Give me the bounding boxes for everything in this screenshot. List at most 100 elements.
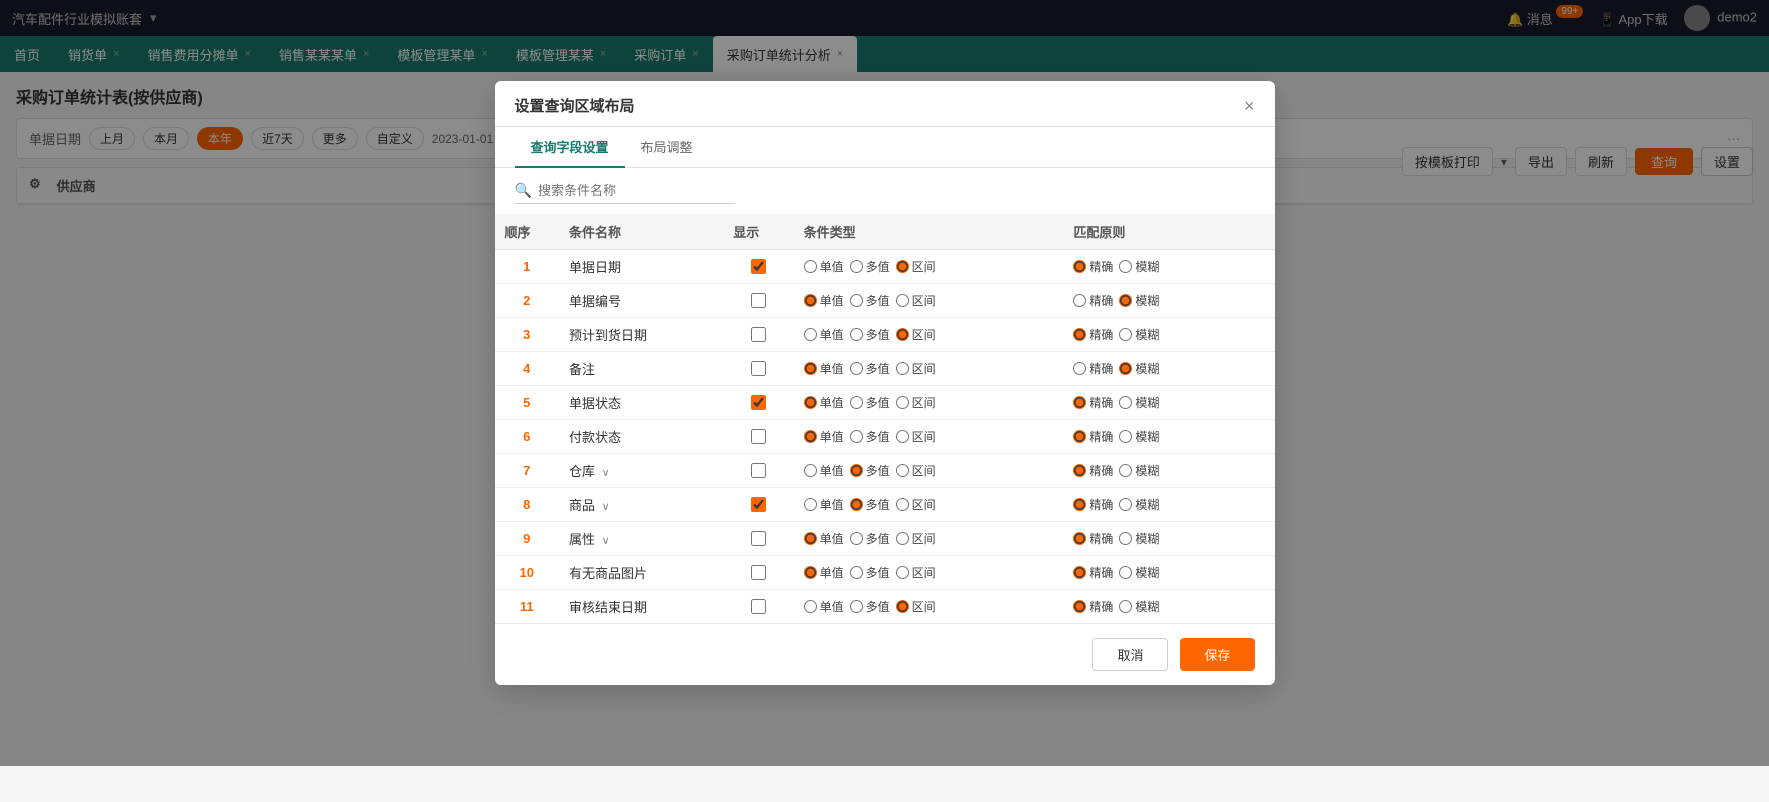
table-row: 7仓库 ∨单值多值区间精确模糊 — [495, 454, 1275, 488]
type-radio-type_range-7[interactable] — [896, 464, 909, 477]
match-radio-match_fuzzy-1[interactable] — [1119, 260, 1132, 273]
cell-type: 单值多值区间 — [794, 522, 1064, 556]
show-checkbox-4[interactable] — [751, 361, 766, 376]
show-checkbox-8[interactable] — [751, 497, 766, 512]
cell-show[interactable] — [723, 386, 793, 420]
match-radio-match_exact-6[interactable] — [1073, 430, 1086, 443]
match-radio-match_exact-5[interactable] — [1073, 396, 1086, 409]
cell-name: 有无商品图片 — [559, 556, 723, 590]
type-radio-type_single-6[interactable] — [804, 430, 817, 443]
cell-show[interactable] — [723, 420, 793, 454]
type-radio-type_range-5[interactable] — [896, 396, 909, 409]
cell-name: 单据状态 — [559, 386, 723, 420]
type-radio-type_range-8[interactable] — [896, 498, 909, 511]
search-input[interactable] — [538, 183, 728, 198]
cell-show[interactable] — [723, 284, 793, 318]
type-radio-type_range-2[interactable] — [896, 294, 909, 307]
match-radio-match_exact-8[interactable] — [1073, 498, 1086, 511]
show-checkbox-11[interactable] — [751, 599, 766, 614]
cell-order: 2 — [495, 284, 560, 318]
match-radio-match_exact-2[interactable] — [1073, 294, 1086, 307]
type-radio-type_multi-9[interactable] — [850, 532, 863, 545]
type-radio-type_multi-1[interactable] — [850, 260, 863, 273]
type-radio-type_range-4[interactable] — [896, 362, 909, 375]
modal-overlay: 设置查询区域布局 × 查询字段设置 布局调整 🔍 顺序 条件名称 — [0, 0, 1769, 766]
cell-show[interactable] — [723, 318, 793, 352]
type-radio-type_single-9[interactable] — [804, 532, 817, 545]
cancel-button[interactable]: 取消 — [1092, 638, 1168, 671]
type-radio-type_single-1[interactable] — [804, 260, 817, 273]
cell-show[interactable] — [723, 454, 793, 488]
type-radio-type_single-2[interactable] — [804, 294, 817, 307]
show-checkbox-1[interactable] — [751, 259, 766, 274]
show-checkbox-7[interactable] — [751, 463, 766, 478]
cell-show[interactable] — [723, 352, 793, 386]
match-radio-match_fuzzy-6[interactable] — [1119, 430, 1132, 443]
match-radio-match_fuzzy-3[interactable] — [1119, 328, 1132, 341]
match-radio-match_exact-11[interactable] — [1073, 600, 1086, 613]
type-radio-type_single-5[interactable] — [804, 396, 817, 409]
cell-name: 属性 ∨ — [559, 522, 723, 556]
cell-name: 单据编号 — [559, 284, 723, 318]
match-radio-match_exact-1[interactable] — [1073, 260, 1086, 273]
type-radio-type_single-4[interactable] — [804, 362, 817, 375]
type-radio-type_range-9[interactable] — [896, 532, 909, 545]
header-show: 显示 — [723, 214, 793, 250]
type-radio-type_single-7[interactable] — [804, 464, 817, 477]
match-radio-match_exact-4[interactable] — [1073, 362, 1086, 375]
type-radio-type_range-6[interactable] — [896, 430, 909, 443]
tab-query-fields[interactable]: 查询字段设置 — [515, 127, 625, 168]
match-radio-match_fuzzy-11[interactable] — [1119, 600, 1132, 613]
type-radio-type_multi-5[interactable] — [850, 396, 863, 409]
show-checkbox-2[interactable] — [751, 293, 766, 308]
match-radio-match_fuzzy-2[interactable] — [1119, 294, 1132, 307]
cell-show[interactable] — [723, 556, 793, 590]
type-radio-type_multi-7[interactable] — [850, 464, 863, 477]
type-radio-type_multi-11[interactable] — [850, 600, 863, 613]
type-radio-type_multi-8[interactable] — [850, 498, 863, 511]
type-radio-type_range-11[interactable] — [896, 600, 909, 613]
cell-show[interactable] — [723, 250, 793, 284]
match-radio-match_fuzzy-8[interactable] — [1119, 498, 1132, 511]
type-radio-type_range-10[interactable] — [896, 566, 909, 579]
show-checkbox-3[interactable] — [751, 327, 766, 342]
save-button[interactable]: 保存 — [1180, 638, 1254, 671]
match-radio-match_fuzzy-4[interactable] — [1119, 362, 1132, 375]
match-radio-match_fuzzy-5[interactable] — [1119, 396, 1132, 409]
match-radio-match_exact-3[interactable] — [1073, 328, 1086, 341]
dialog-close-button[interactable]: × — [1244, 97, 1255, 115]
cell-show[interactable] — [723, 488, 793, 522]
cell-show[interactable] — [723, 590, 793, 624]
table-row: 9属性 ∨单值多值区间精确模糊 — [495, 522, 1275, 556]
cell-show[interactable] — [723, 522, 793, 556]
type-radio-type_multi-6[interactable] — [850, 430, 863, 443]
type-radio-type_multi-3[interactable] — [850, 328, 863, 341]
dialog: 设置查询区域布局 × 查询字段设置 布局调整 🔍 顺序 条件名称 — [495, 81, 1275, 685]
match-radio-match_fuzzy-9[interactable] — [1119, 532, 1132, 545]
type-radio-type_range-1[interactable] — [896, 260, 909, 273]
tab-layout-adjust[interactable]: 布局调整 — [625, 127, 709, 168]
cell-type: 单值多值区间 — [794, 420, 1064, 454]
show-checkbox-10[interactable] — [751, 565, 766, 580]
show-checkbox-6[interactable] — [751, 429, 766, 444]
cell-order: 7 — [495, 454, 560, 488]
type-radio-type_multi-4[interactable] — [850, 362, 863, 375]
type-radio-type_multi-10[interactable] — [850, 566, 863, 579]
match-radio-match_fuzzy-7[interactable] — [1119, 464, 1132, 477]
match-radio-match_fuzzy-10[interactable] — [1119, 566, 1132, 579]
type-radio-type_single-11[interactable] — [804, 600, 817, 613]
match-radio-match_exact-10[interactable] — [1073, 566, 1086, 579]
header-type: 条件类型 — [794, 214, 1064, 250]
match-radio-match_exact-7[interactable] — [1073, 464, 1086, 477]
match-radio-match_exact-9[interactable] — [1073, 532, 1086, 545]
show-checkbox-5[interactable] — [751, 395, 766, 410]
type-radio-type_single-10[interactable] — [804, 566, 817, 579]
type-radio-type_single-8[interactable] — [804, 498, 817, 511]
cell-match: 精确模糊 — [1063, 386, 1274, 420]
type-radio-type_single-3[interactable] — [804, 328, 817, 341]
type-radio-type_range-3[interactable] — [896, 328, 909, 341]
cell-name: 单据日期 — [559, 250, 723, 284]
type-radio-type_multi-2[interactable] — [850, 294, 863, 307]
show-checkbox-9[interactable] — [751, 531, 766, 546]
cell-match: 精确模糊 — [1063, 420, 1274, 454]
